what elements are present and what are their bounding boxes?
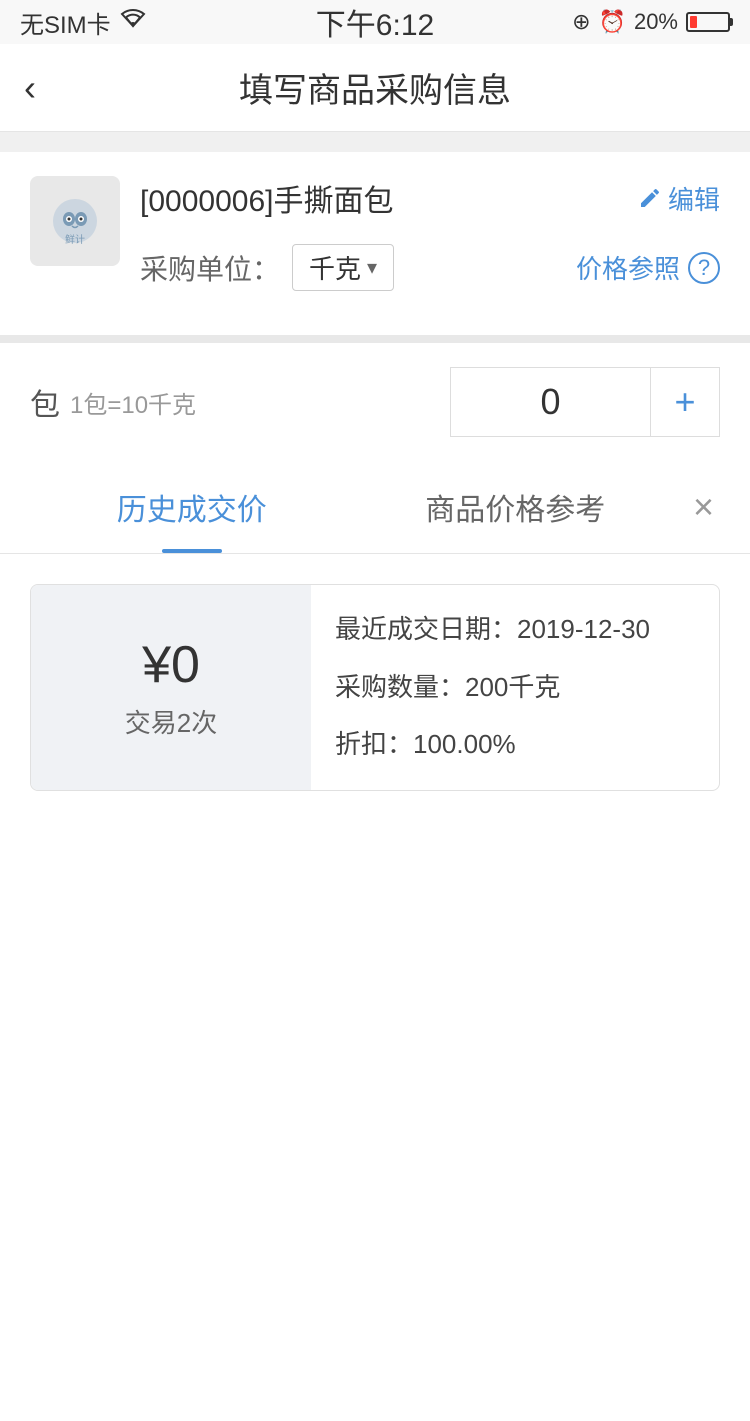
wifi-icon [119, 8, 147, 37]
status-bar: 无SIM卡 下午6:12 ⊕ ⏰ 20% [0, 0, 750, 44]
history-details: 最近成交日期：2019-12-30 采购数量：200千克 折扣：100.00% [311, 585, 719, 790]
nav-bar: ‹ 填写商品采购信息 [0, 44, 750, 132]
quantity-label: 包 1包=10千克 [30, 380, 196, 424]
status-right: ⊕ ⏰ 20% [572, 9, 730, 35]
tab-section: 历史成交价 商品价格参考 × ¥0 交易2次 最近成交日期：2019-12-30… [0, 461, 750, 821]
product-logo-icon: 鲜计 [45, 191, 105, 251]
discount-item: 折扣：100.00% [335, 724, 695, 766]
product-name-row: [0000006]手撕面包 编辑 [140, 176, 720, 220]
unit-conversion: 1包=10千克 [70, 385, 196, 420]
purchase-unit-left: 采购单位： 千克 ▾ [140, 244, 394, 291]
location-icon: ⊕ [572, 9, 590, 35]
unit-selector[interactable]: 千克 ▾ [292, 244, 394, 291]
section-divider [0, 335, 750, 343]
battery-icon [686, 12, 730, 32]
tab-header: 历史成交价 商品价格参考 × [0, 461, 750, 554]
help-icon: ? [688, 252, 720, 284]
product-card: 鲜计 [0000006]手撕面包 编辑 采购单位： 千克 ▾ [0, 152, 750, 335]
edit-label: 编辑 [668, 180, 720, 217]
unit-value: 千克 [309, 249, 361, 286]
trade-count: 交易2次 [125, 703, 217, 740]
battery-pct: 20% [634, 9, 678, 35]
tab-product-price-ref[interactable]: 商品价格参考 [353, 461, 676, 553]
purchase-unit-label: 采购单位： [140, 248, 280, 288]
chevron-down-icon: ▾ [367, 255, 377, 280]
price-ref-label: 价格参照 [576, 249, 680, 286]
history-price-summary: ¥0 交易2次 [31, 585, 311, 790]
back-button[interactable]: ‹ [24, 67, 36, 109]
status-time: 下午6:12 [316, 0, 434, 44]
recent-date-item: 最近成交日期：2019-12-30 [335, 609, 695, 651]
product-full-name: [0000006]手撕面包 [140, 176, 393, 220]
purchase-qty-item: 采购数量：200千克 [335, 667, 695, 709]
page-title: 填写商品采购信息 [239, 63, 511, 112]
edit-button[interactable]: 编辑 [638, 180, 720, 217]
package-icon: 包 [30, 380, 60, 424]
history-card: ¥0 交易2次 最近成交日期：2019-12-30 采购数量：200千克 折扣：… [30, 584, 720, 791]
quantity-row: 包 1包=10千克 + [0, 343, 750, 461]
history-content: ¥0 交易2次 最近成交日期：2019-12-30 采购数量：200千克 折扣：… [0, 554, 750, 821]
quantity-input[interactable] [450, 367, 650, 437]
plus-button[interactable]: + [650, 367, 720, 437]
alarm-icon: ⏰ [599, 9, 626, 35]
quantity-input-wrap: + [450, 367, 720, 437]
history-price-value: ¥0 [142, 635, 200, 695]
svg-text:鲜计: 鲜计 [65, 233, 85, 246]
bottom-space [0, 821, 750, 1421]
purchase-unit-row: 采购单位： 千克 ▾ 价格参照 ? [140, 244, 720, 291]
price-ref-button[interactable]: 价格参照 ? [576, 249, 720, 286]
product-header: 鲜计 [0000006]手撕面包 编辑 采购单位： 千克 ▾ [30, 176, 720, 291]
product-image: 鲜计 [30, 176, 120, 266]
product-info: [0000006]手撕面包 编辑 采购单位： 千克 ▾ 价格 [140, 176, 720, 291]
edit-icon [638, 186, 662, 210]
carrier-text: 无SIM卡 [20, 5, 111, 40]
status-left: 无SIM卡 [20, 5, 147, 40]
tab-close-button[interactable]: × [677, 473, 730, 541]
tab-history-price[interactable]: 历史成交价 [30, 461, 353, 553]
